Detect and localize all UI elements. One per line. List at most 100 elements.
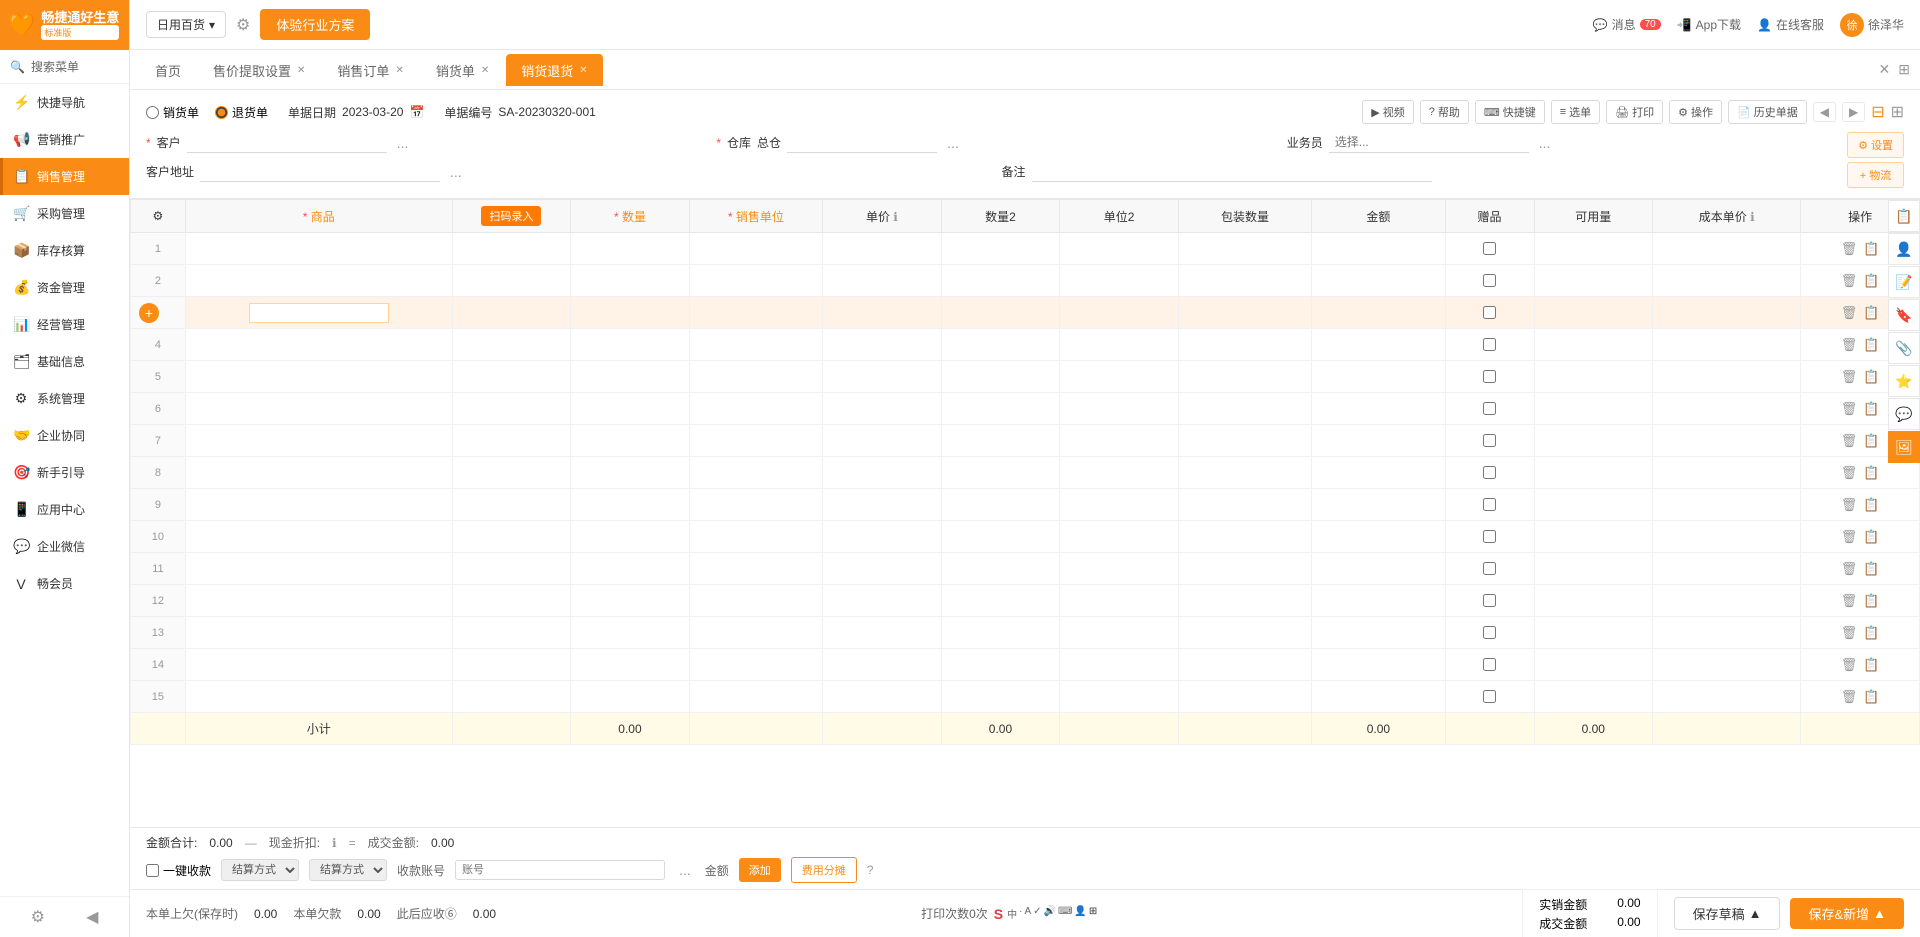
sales-unit-cell[interactable] [689, 233, 822, 265]
tab-close-sales-delivery[interactable]: ✕ [481, 65, 489, 76]
save-draft-btn[interactable]: 保存草稿 ▲ [1674, 897, 1781, 930]
gift-checkbox[interactable] [1483, 370, 1496, 383]
experience-btn[interactable]: 体验行业方案 [260, 9, 370, 40]
sidebar-item-operations[interactable]: 📊 经营管理 [0, 306, 129, 343]
online-service-btn[interactable]: 👤 在线客服 [1757, 16, 1824, 33]
toolbar-help[interactable]: ? 帮助 [1420, 100, 1469, 124]
copy-row-icon[interactable]: 📋 [1863, 401, 1879, 417]
unit-price-cell[interactable] [823, 233, 942, 265]
settings-icon[interactable]: ⚙ [236, 15, 250, 35]
add-payment-btn[interactable]: 添加 [739, 858, 781, 882]
settings-side-btn[interactable]: ⚙ 设置 [1847, 132, 1904, 158]
amount-cell[interactable] [1312, 233, 1445, 265]
delete-row-icon[interactable]: 🗑 [1841, 241, 1858, 257]
gift-checkbox[interactable] [1483, 658, 1496, 671]
gift-checkbox[interactable] [1483, 434, 1496, 447]
toolbar-select[interactable]: ≡ 选单 [1551, 100, 1600, 124]
delete-row-icon[interactable]: 🗑 [1841, 689, 1858, 705]
copy-row-icon[interactable]: 📋 [1863, 625, 1879, 641]
customer-address-input[interactable] [200, 161, 440, 182]
cash-discount-info[interactable]: ℹ [332, 836, 337, 850]
copy-row-icon[interactable]: 📋 [1863, 593, 1879, 609]
tab-close-all-icon[interactable]: ✕ [1879, 61, 1891, 78]
unit-price-info-icon[interactable]: ℹ [893, 210, 898, 224]
gift-checkbox[interactable] [1483, 626, 1496, 639]
salesperson-select-btn[interactable]: ... [1535, 135, 1555, 151]
float-btn-5[interactable]: 📎 [1888, 332, 1920, 364]
salesperson-input[interactable] [1329, 132, 1529, 153]
remark-input[interactable] [1032, 161, 1432, 182]
account-select-btn[interactable]: ... [675, 862, 695, 878]
copy-row-icon[interactable]: 📋 [1863, 241, 1879, 257]
gift-checkbox[interactable] [1483, 498, 1496, 511]
delete-row-icon[interactable]: 🗑 [1841, 561, 1858, 577]
product-cell[interactable] [185, 233, 452, 265]
logistics-side-btn[interactable]: + 物流 [1847, 162, 1904, 188]
industry-selector[interactable]: 日用百货 ▾ [146, 11, 226, 38]
float-btn-4[interactable]: 🔖 [1888, 299, 1920, 331]
copy-row-icon[interactable]: 📋 [1863, 689, 1879, 705]
copy-row-icon[interactable]: 📋 [1863, 465, 1879, 481]
unit2-cell[interactable] [1060, 233, 1179, 265]
toolbar-shortcut[interactable]: ⌨ 快捷键 [1475, 100, 1545, 124]
tab-home[interactable]: 首页 [140, 54, 196, 86]
radio-sales[interactable]: 销货单 [146, 104, 199, 121]
sidebar-item-finance[interactable]: 💰 资金管理 [0, 269, 129, 306]
table-view-icon[interactable]: ⊞ [1891, 102, 1904, 122]
copy-row-icon[interactable]: 📋 [1863, 529, 1879, 545]
save-new-btn[interactable]: 保存&新增 ▲ [1790, 898, 1904, 929]
gift-checkbox[interactable] [1483, 338, 1496, 351]
tab-layout-icon[interactable]: ⊞ [1898, 61, 1910, 78]
gift-checkbox[interactable] [1483, 306, 1496, 319]
delete-row-icon[interactable]: 🗑 [1841, 273, 1858, 289]
copy-row-icon[interactable]: 📋 [1863, 369, 1879, 385]
fee-split-help-icon[interactable]: ? [867, 863, 874, 877]
warehouse-input[interactable] [787, 132, 937, 153]
calendar-icon[interactable]: 📅 [409, 105, 424, 119]
sidebar-item-enterprise[interactable]: 🤝 企业协同 [0, 417, 129, 454]
messages-btn[interactable]: 💬 消息 70 [1593, 16, 1661, 33]
gift-checkbox[interactable] [1483, 690, 1496, 703]
float-btn-3[interactable]: 📝 [1888, 266, 1920, 298]
prev-record-btn[interactable]: ◀ [1813, 102, 1836, 122]
float-btn-7[interactable]: 💬 [1888, 398, 1920, 430]
copy-row-icon[interactable]: 📋 [1863, 273, 1879, 289]
scan-btn[interactable]: 扫码录入 [481, 206, 541, 226]
gift-cell[interactable] [1445, 233, 1534, 265]
user-profile-btn[interactable]: 徐 徐泽华 [1840, 13, 1904, 37]
gift-checkbox[interactable] [1483, 242, 1496, 255]
product-input-field[interactable] [249, 303, 389, 323]
tab-sales-delivery[interactable]: 销货单 ✕ [421, 54, 504, 86]
float-btn-2[interactable]: 👤 [1888, 233, 1920, 265]
radio-return[interactable]: 退货单 [215, 104, 268, 121]
toolbar-print[interactable]: 🖨 打印 [1606, 100, 1663, 124]
gift-checkbox[interactable] [1483, 466, 1496, 479]
quantity-cell[interactable] [571, 233, 690, 265]
sidebar-item-inventory[interactable]: 📦 库存核算 [0, 232, 129, 269]
toolbar-video[interactable]: ▶ 视频 [1362, 100, 1413, 124]
tab-close-price-setting[interactable]: ✕ [297, 65, 305, 76]
delete-row-icon[interactable]: 🗑 [1841, 401, 1858, 417]
delete-row-icon[interactable]: 🗑 [1841, 657, 1858, 673]
toolbar-operation[interactable]: ⚙ 操作 [1669, 100, 1722, 124]
product-input-cell[interactable] [185, 297, 452, 329]
search-menu[interactable]: 🔍 搜索菜单 [0, 50, 129, 84]
delete-row-icon[interactable]: 🗑 [1841, 465, 1858, 481]
grid-view-icon[interactable]: ⊟ [1871, 102, 1884, 122]
one-click-collection-checkbox[interactable] [146, 864, 159, 877]
copy-row-icon[interactable]: 📋 [1863, 337, 1879, 353]
gift-checkbox[interactable] [1483, 530, 1496, 543]
warehouse-select-btn[interactable]: ... [943, 135, 963, 151]
account-input[interactable] [455, 860, 665, 880]
col-scan[interactable]: 扫码录入 [452, 200, 571, 233]
sidebar-item-purchase[interactable]: 🛒 采购管理 [0, 195, 129, 232]
sidebar-item-sales[interactable]: 📋 销售管理 [0, 158, 129, 195]
toolbar-history[interactable]: 📄 历史单据 [1728, 100, 1807, 124]
sidebar-item-basic[interactable]: 🗂 基础信息 [0, 343, 129, 380]
copy-row-icon[interactable]: 📋 [1863, 657, 1879, 673]
product-cell[interactable] [185, 265, 452, 297]
sidebar-item-marketing[interactable]: 📢 营销推广 [0, 121, 129, 158]
delete-row-icon[interactable]: 🗑 [1841, 625, 1858, 641]
delete-row-icon[interactable]: 🗑 [1841, 369, 1858, 385]
pack-qty-cell[interactable] [1178, 233, 1311, 265]
